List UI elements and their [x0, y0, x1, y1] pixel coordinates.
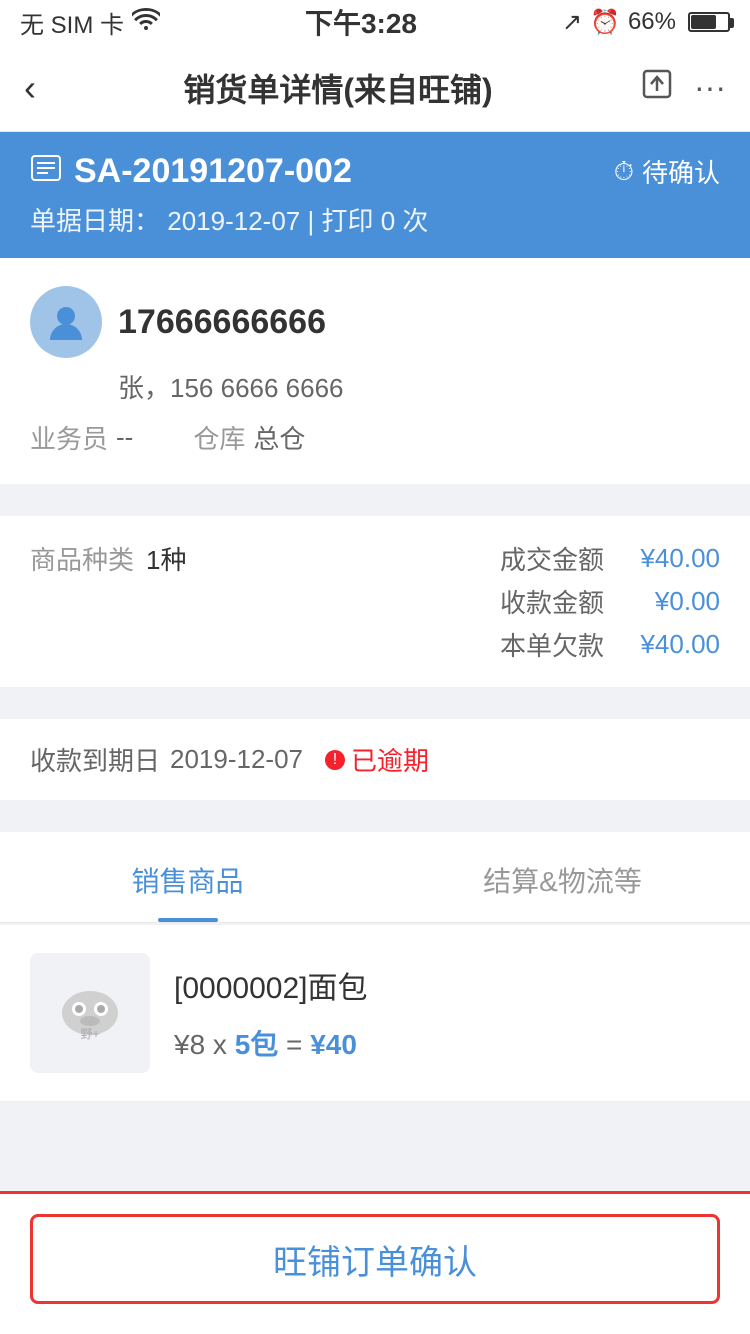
salesman-label: 业务员	[30, 419, 108, 456]
confirm-order-button[interactable]: 旺铺订单确认	[30, 1214, 720, 1304]
divider-3	[0, 800, 750, 816]
svg-text:野+: 野+	[80, 1027, 99, 1041]
battery-text: 66%	[628, 8, 676, 36]
clock-icon: ⏱	[614, 156, 634, 188]
tab-sales-products[interactable]: 销售商品	[0, 832, 375, 922]
customer-meta: 业务员 -- 仓库 总仓	[30, 419, 720, 456]
duedate-section: 收款到期日 2019-12-07 ! 已逾期	[0, 719, 750, 800]
page-title: 销货单详情(来自旺铺)	[183, 65, 492, 111]
overdue-text: 已逾期	[351, 741, 429, 778]
battery-icon	[688, 12, 730, 32]
confirm-button-container: 旺铺订单确认	[0, 1191, 750, 1334]
share-icon[interactable]	[640, 67, 674, 109]
product-list: 野+ [0000002]面包 ¥8 x 5包 = ¥40	[0, 925, 750, 1102]
product-type-label: 商品种类	[30, 540, 134, 577]
tab-settlement[interactable]: 结算&物流等	[375, 832, 750, 922]
divider-1	[0, 484, 750, 500]
received-amount-label: 收款金额	[500, 583, 604, 620]
summary-right: 成交金额 ¥40.00 收款金额 ¥0.00 本单欠款 ¥40.00	[500, 540, 720, 663]
due-amount-label: 本单欠款	[500, 626, 604, 663]
product-name: [0000002]面包	[174, 963, 720, 1007]
warehouse-value: 总仓	[253, 419, 305, 456]
duedate-label: 收款到期日	[30, 741, 160, 778]
avatar	[30, 286, 102, 358]
nav-bar: ‹ 销货单详情(来自旺铺) ···	[0, 44, 750, 132]
nav-actions: ···	[640, 67, 726, 109]
salesman-value: --	[116, 422, 133, 453]
quantity-text: 5包	[235, 1029, 279, 1060]
status-bar-left: 无 SIM 卡	[20, 5, 160, 40]
due-amount-value: ¥40.00	[620, 629, 720, 660]
status-bar-time: 下午3:28	[305, 2, 417, 42]
received-amount-value: ¥0.00	[620, 586, 720, 617]
price-text: ¥8 x	[174, 1029, 235, 1060]
equals-text: =	[278, 1029, 310, 1060]
product-info: [0000002]面包 ¥8 x 5包 = ¥40	[174, 963, 720, 1063]
back-button[interactable]: ‹	[24, 67, 36, 109]
summary-section: 商品种类 1种 成交金额 ¥40.00 收款金额 ¥0.00 本单欠款 ¥40.…	[0, 516, 750, 687]
product-type-value: 1种	[146, 540, 186, 577]
overdue-dot-icon: !	[325, 750, 345, 770]
deal-amount-label: 成交金额	[500, 540, 604, 577]
total-text: ¥40	[310, 1029, 357, 1060]
carrier-text: 无 SIM 卡	[20, 5, 124, 40]
order-id: SA-20191207-002	[30, 152, 352, 191]
divider-2	[0, 687, 750, 703]
product-price-line: ¥8 x 5包 = ¥40	[174, 1023, 720, 1063]
overdue-badge: ! 已逾期	[325, 741, 429, 778]
deal-amount-value: ¥40.00	[620, 543, 720, 574]
alarm-icon: ⏰	[590, 8, 620, 37]
table-row: 野+ [0000002]面包 ¥8 x 5包 = ¥40	[0, 925, 750, 1102]
order-status: ⏱ 待确认	[614, 153, 720, 190]
product-thumbnail: 野+	[30, 953, 150, 1073]
warehouse-label: 仓库	[193, 419, 245, 456]
customer-name: 张，156 6666 6666	[118, 368, 720, 405]
location-icon: ↗	[562, 8, 582, 37]
duedate-value: 2019-12-07	[170, 744, 303, 775]
tabs-section: 销售商品 结算&物流等	[0, 832, 750, 923]
product-logo: 野+	[55, 981, 125, 1046]
more-icon[interactable]: ···	[694, 69, 726, 106]
order-icon	[30, 152, 62, 191]
wifi-icon	[132, 8, 160, 37]
status-bar-right: ↗ ⏰ 66%	[562, 8, 730, 37]
customer-section: 17666666666 张，156 6666 6666 业务员 -- 仓库 总仓	[0, 258, 750, 484]
customer-phone: 17666666666	[118, 303, 326, 342]
status-bar: 无 SIM 卡 下午3:28 ↗ ⏰ 66%	[0, 0, 750, 44]
order-header: SA-20191207-002 ⏱ 待确认 单据日期： 2019-12-07 |…	[0, 132, 750, 258]
order-date-line: 单据日期： 2019-12-07 | 打印 0 次	[30, 201, 720, 238]
